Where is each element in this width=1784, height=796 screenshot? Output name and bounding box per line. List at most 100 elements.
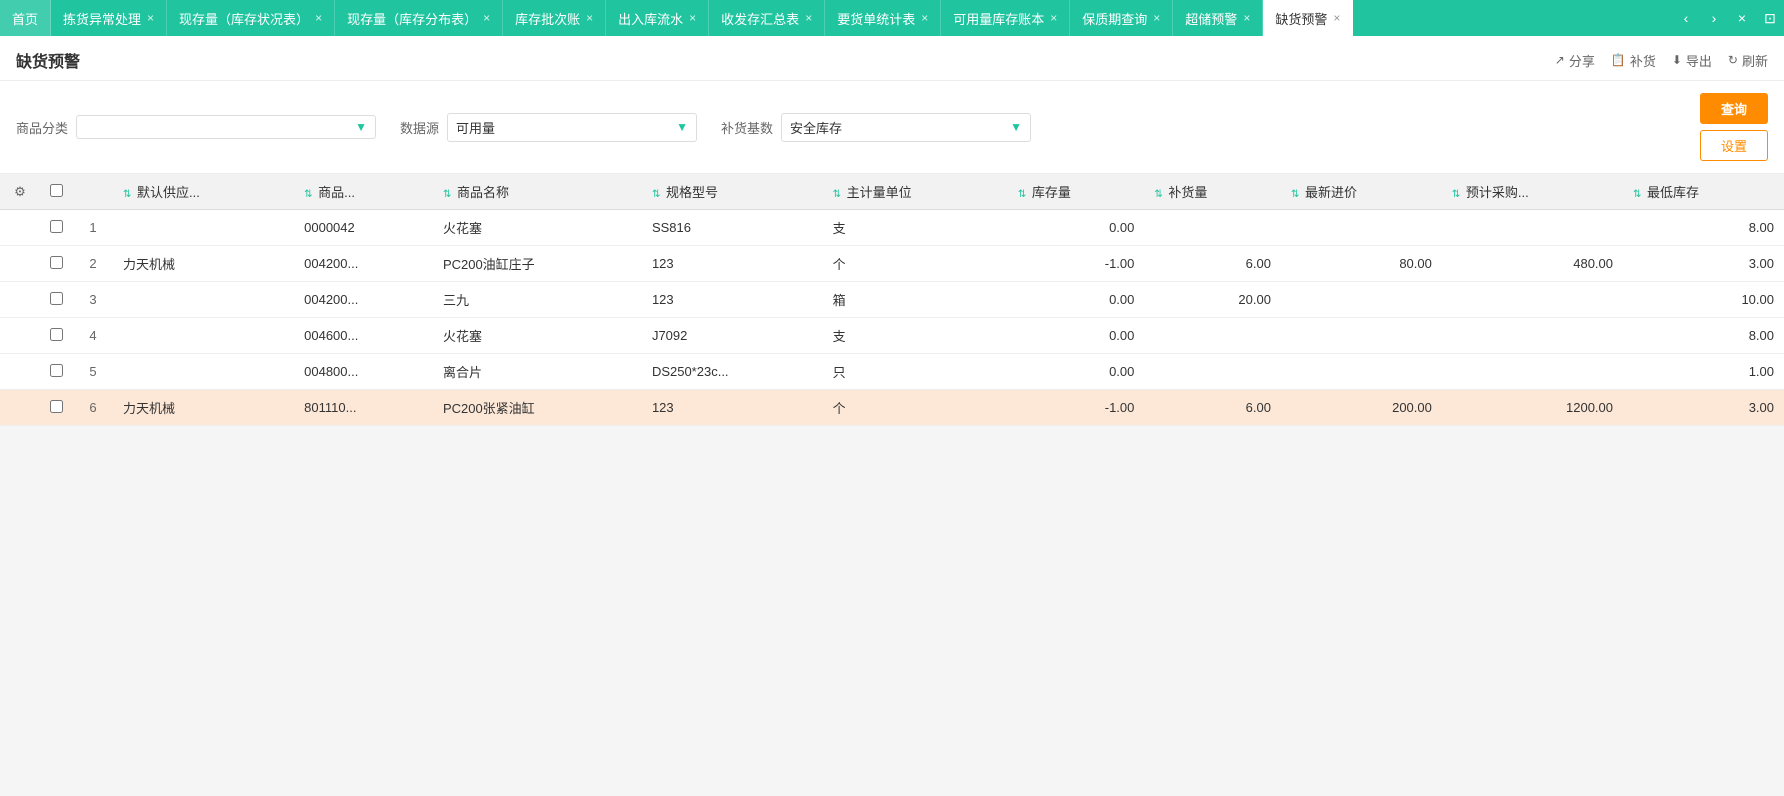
row-min-stock: 8.00 <box>1623 318 1784 354</box>
datasource-arrow-icon: ▼ <box>676 120 688 134</box>
tab-label: 拣货异常处理 <box>63 9 141 28</box>
tab-close-order-stat[interactable]: × <box>921 11 928 25</box>
page-container: 缺货预警 ↗ 分享 📋 补货 ⬇ 导出 ↻ 刷新 商品分类 <box>0 36 1784 426</box>
header-actions: ↗ 分享 📋 补货 ⬇ 导出 ↻ 刷新 <box>1555 51 1768 70</box>
col-estimated[interactable]: ⇅ 预计采购... <box>1442 174 1623 210</box>
row-estimated: 480.00 <box>1442 246 1623 282</box>
row-supplier <box>113 354 294 390</box>
sort-icon: ⇅ <box>443 189 451 200</box>
sort-icon: ⇅ <box>1452 189 1460 200</box>
table-row: 1 0000042 火花塞 SS816 支 0.00 8.00 <box>0 210 1784 246</box>
refresh-button[interactable]: ↻ 刷新 <box>1728 51 1768 70</box>
col-min-stock[interactable]: ⇅ 最低库存 <box>1623 174 1784 210</box>
col-checkbox[interactable] <box>40 174 73 210</box>
tab-label: 超储预警 <box>1185 9 1237 28</box>
row-number: 2 <box>73 246 113 282</box>
tab-summary[interactable]: 收发存汇总表 × <box>709 0 825 36</box>
tab-close-overstock[interactable]: × <box>1243 11 1250 25</box>
col-stock[interactable]: ⇅ 库存量 <box>1008 174 1145 210</box>
row-checkbox-cell[interactable] <box>40 354 73 390</box>
table-row: 2 力天机械 004200... PC200油缸庄子 123 个 -1.00 6… <box>0 246 1784 282</box>
row-checkbox-cell[interactable] <box>40 246 73 282</box>
page-header: 缺货预警 ↗ 分享 📋 补货 ⬇ 导出 ↻ 刷新 <box>0 36 1784 81</box>
row-number: 4 <box>73 318 113 354</box>
tab-shortage[interactable]: 缺货预警 × <box>1263 0 1353 36</box>
row-checkbox-cell[interactable] <box>40 282 73 318</box>
replenish-select[interactable]: 安全库存 ▼ <box>781 113 1031 142</box>
tab-home[interactable]: 首页 <box>0 0 51 36</box>
tab-label: 要货单统计表 <box>837 9 915 28</box>
tab-abnormal[interactable]: 拣货异常处理 × <box>51 0 167 36</box>
tab-close-abnormal[interactable]: × <box>147 11 154 25</box>
tab-close-shortage[interactable]: × <box>1333 11 1340 25</box>
setting-button[interactable]: 设置 <box>1700 130 1768 161</box>
datasource-value: 可用量 <box>456 118 495 137</box>
window-close-button[interactable]: × <box>1728 0 1756 36</box>
table-row: 4 004600... 火花塞 J7092 支 0.00 8.00 <box>0 318 1784 354</box>
tab-close-expiry[interactable]: × <box>1153 11 1160 25</box>
col-row-num <box>73 174 113 210</box>
row-latest-price <box>1281 210 1442 246</box>
col-product-name[interactable]: ⇅ 商品名称 <box>433 174 642 210</box>
share-button[interactable]: ↗ 分享 <box>1555 51 1595 70</box>
row-stock: 0.00 <box>1008 318 1145 354</box>
table-row: 5 004800... 离合片 DS250*23c... 只 0.00 1.00 <box>0 354 1784 390</box>
col-supplement[interactable]: ⇅ 补货量 <box>1144 174 1281 210</box>
tab-prev-button[interactable]: ‹ <box>1672 0 1700 36</box>
category-label: 商品分类 <box>16 118 68 137</box>
supplement-button[interactable]: 📋 补货 <box>1611 51 1656 70</box>
tab-inventory-status[interactable]: 现存量（库存状况表） × <box>167 0 335 36</box>
query-button[interactable]: 查询 <box>1700 93 1768 124</box>
row-gear <box>0 354 40 390</box>
tab-close-summary[interactable]: × <box>805 11 812 25</box>
col-supplier[interactable]: ⇅ 默认供应... <box>113 174 294 210</box>
select-all-checkbox[interactable] <box>50 184 63 197</box>
row-checkbox[interactable] <box>50 364 63 377</box>
row-checkbox[interactable] <box>50 256 63 269</box>
col-product-name-label: 商品名称 <box>457 185 509 200</box>
tab-order-stat[interactable]: 要货单统计表 × <box>825 0 941 36</box>
tab-flow[interactable]: 出入库流水 × <box>606 0 709 36</box>
row-checkbox-cell[interactable] <box>40 318 73 354</box>
tab-available[interactable]: 可用量库存账本 × <box>941 0 1070 36</box>
tab-overstock[interactable]: 超储预警 × <box>1173 0 1263 36</box>
row-checkbox[interactable] <box>50 400 63 413</box>
col-latest-price[interactable]: ⇅ 最新进价 <box>1281 174 1442 210</box>
tab-close-available[interactable]: × <box>1050 11 1057 25</box>
col-spec[interactable]: ⇅ 规格型号 <box>642 174 823 210</box>
row-checkbox[interactable] <box>50 328 63 341</box>
tab-bar: 首页 拣货异常处理 × 现存量（库存状况表） × 现存量（库存分布表） × 库存… <box>0 0 1784 36</box>
export-button[interactable]: ⬇ 导出 <box>1672 51 1712 70</box>
datasource-select[interactable]: 可用量 ▼ <box>447 113 697 142</box>
replenish-filter-group: 补货基数 安全库存 ▼ <box>721 113 1031 142</box>
sort-icon: ⇅ <box>304 189 312 200</box>
sort-icon: ⇅ <box>1633 189 1641 200</box>
tab-label: 现存量（库存状况表） <box>179 9 309 28</box>
col-settings[interactable]: ⚙ <box>0 174 40 210</box>
row-product-code: 004200... <box>294 282 433 318</box>
tab-expiry[interactable]: 保质期查询 × <box>1070 0 1173 36</box>
tab-label: 保质期查询 <box>1082 9 1147 28</box>
row-checkbox-cell[interactable] <box>40 210 73 246</box>
window-expand-button[interactable]: ⊡ <box>1756 0 1784 36</box>
col-unit[interactable]: ⇅ 主计量单位 <box>823 174 1008 210</box>
row-unit: 只 <box>823 354 1008 390</box>
tab-batch[interactable]: 库存批次账 × <box>503 0 606 36</box>
row-product-name: 离合片 <box>433 354 642 390</box>
row-number: 1 <box>73 210 113 246</box>
col-product-code[interactable]: ⇅ 商品... <box>294 174 433 210</box>
tab-close-inventory-status[interactable]: × <box>315 11 322 25</box>
tab-close-inventory-dist[interactable]: × <box>483 11 490 25</box>
tab-close-flow[interactable]: × <box>689 11 696 25</box>
filter-actions: 查询 设置 <box>1700 93 1768 161</box>
tab-next-button[interactable]: › <box>1700 0 1728 36</box>
row-spec: 123 <box>642 246 823 282</box>
row-checkbox[interactable] <box>50 220 63 233</box>
tab-close-batch[interactable]: × <box>586 11 593 25</box>
refresh-icon: ↻ <box>1728 53 1738 67</box>
row-checkbox[interactable] <box>50 292 63 305</box>
category-select[interactable]: ▼ <box>76 115 376 139</box>
row-stock: -1.00 <box>1008 390 1145 426</box>
tab-inventory-dist[interactable]: 现存量（库存分布表） × <box>335 0 503 36</box>
row-checkbox-cell[interactable] <box>40 390 73 426</box>
